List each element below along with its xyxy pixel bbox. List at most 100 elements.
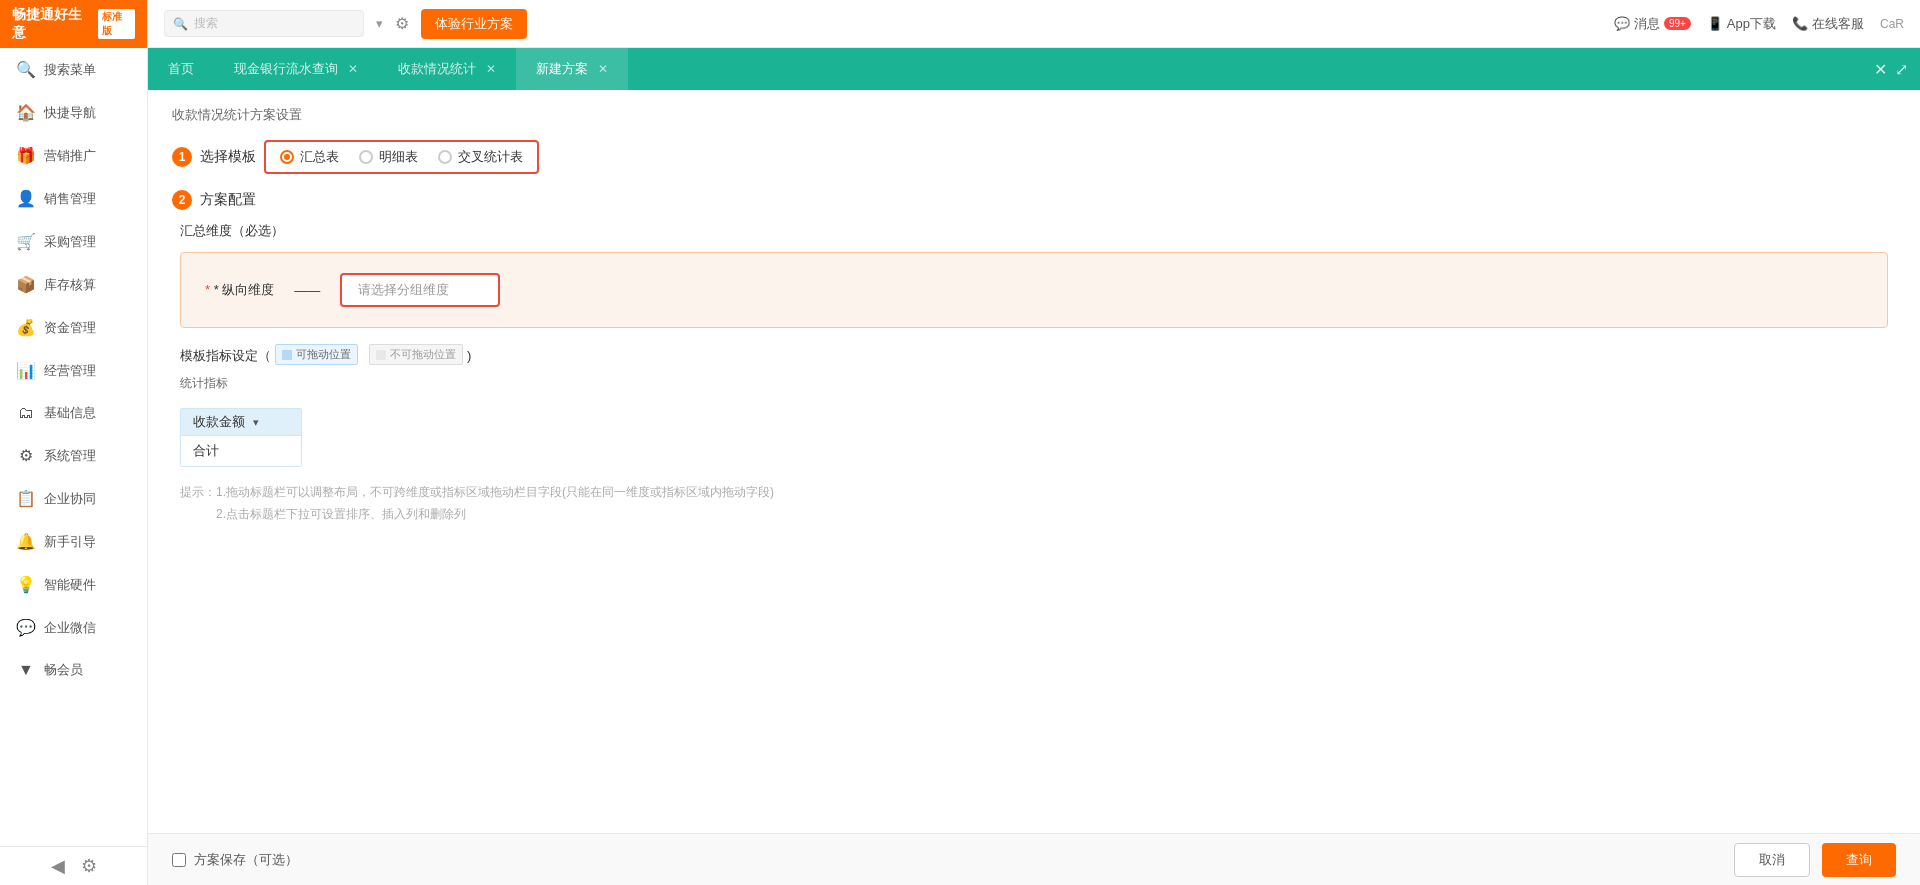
topbar-dropdown-arrow[interactable]: ▾ (376, 16, 383, 31)
cancel-button[interactable]: 取消 (1734, 843, 1810, 877)
query-button[interactable]: 查询 (1822, 843, 1896, 877)
download-label: App下载 (1727, 15, 1776, 33)
tab-new-plan-close-icon[interactable]: ✕ (598, 62, 608, 76)
sidebar-item-inventory[interactable]: 📦 库存核算 (0, 263, 147, 306)
radio-detail-dot (359, 150, 373, 164)
page-title: 收款情况统计方案设置 (172, 106, 1896, 124)
section1-number: 1 (172, 147, 192, 167)
system-icon: ⚙ (16, 446, 36, 465)
sidebar-settings-icon[interactable]: ⚙ (81, 855, 97, 877)
tab-new-plan[interactable]: 新建方案 ✕ (516, 48, 628, 90)
sidebar-item-member[interactable]: ▼ 畅会员 (0, 649, 147, 691)
radio-summary[interactable]: 汇总表 (280, 148, 339, 166)
industry-btn[interactable]: 体验行业方案 (421, 9, 527, 39)
sidebar-item-operations[interactable]: 📊 经营管理 (0, 349, 147, 392)
stats-area: 统计指标 收款金额 ▾ 合计 (180, 375, 1888, 470)
footer: 方案保存（可选） 取消 查询 (148, 833, 1920, 885)
tab-receipts[interactable]: 收款情况统计 ✕ (378, 48, 516, 90)
sidebar-expand-icon[interactable]: ◀ (51, 855, 65, 877)
sidebar-item-finance[interactable]: 💰 资金管理 (0, 306, 147, 349)
marketing-icon: 🎁 (16, 146, 36, 165)
sidebar-item-label: 新手引导 (44, 533, 96, 551)
content-area: 收款情况统计方案设置 1 选择模板 汇总表 明细表 (148, 90, 1920, 833)
sidebar-item-label: 经营管理 (44, 362, 96, 380)
download-btn[interactable]: 📱 App下载 (1707, 15, 1776, 33)
tab-home[interactable]: 首页 (148, 48, 214, 90)
footer-right: 取消 查询 (1734, 843, 1896, 877)
draggable-label: 可拖动位置 (296, 347, 351, 362)
finance-icon: 💰 (16, 318, 36, 337)
sidebar-item-label: 系统管理 (44, 447, 96, 465)
undraggable-label: 不可拖动位置 (390, 347, 456, 362)
dimension-select[interactable]: 请选择分组维度 (340, 273, 500, 307)
tips-area: 提示：1.拖动标题栏可以调整布局，不可跨维度或指标区域拖动栏目字段(只能在同一维… (180, 482, 1888, 525)
sidebar-item-label: 采购管理 (44, 233, 96, 251)
message-icon: 💬 (1614, 16, 1630, 31)
tab-cashflow[interactable]: 现金银行流水查询 ✕ (214, 48, 378, 90)
metrics-label-text: 模板指标设定（ (180, 348, 271, 363)
stats-row-cell: 合计 (181, 436, 301, 466)
tab-new-plan-label: 新建方案 (536, 60, 588, 78)
wechat-icon: 💬 (16, 618, 36, 637)
radio-cross[interactable]: 交叉统计表 (438, 148, 523, 166)
stats-table: 收款金额 ▾ 合计 (180, 408, 302, 467)
stats-column-chevron[interactable]: ▾ (253, 416, 259, 429)
sidebar-item-guide[interactable]: 🔔 新手引导 (0, 520, 147, 563)
topbar-right-area: 💬 消息 99+ 📱 App下载 📞 在线客服 CaR (1614, 15, 1904, 33)
sidebar-item-label: 快捷导航 (44, 104, 96, 122)
draggable-tag: 可拖动位置 (275, 344, 358, 365)
search-placeholder-text: 搜索 (194, 15, 218, 32)
tips-title: 提示：1.拖动标题栏可以调整布局，不可跨维度或指标区域拖动栏目字段(只能在同一维… (180, 482, 1888, 504)
tab-cashflow-close-icon[interactable]: ✕ (348, 62, 358, 76)
nav-tabs: 首页 现金银行流水查询 ✕ 收款情况统计 ✕ 新建方案 ✕ ✕ ⤢ (148, 48, 1920, 90)
section2-header: 2 方案配置 (172, 190, 1896, 210)
sidebar-item-label: 资金管理 (44, 319, 96, 337)
tab-expand-icon[interactable]: ⤢ (1895, 60, 1908, 79)
sidebar-item-label: 基础信息 (44, 404, 96, 422)
support-btn[interactable]: 📞 在线客服 (1792, 15, 1864, 33)
sidebar-item-label: 企业协同 (44, 490, 96, 508)
search-icon: 🔍 (173, 17, 188, 31)
sales-icon: 👤 (16, 189, 36, 208)
message-btn[interactable]: 💬 消息 99+ (1614, 15, 1691, 33)
guide-icon: 🔔 (16, 532, 36, 551)
sidebar-item-basic-info[interactable]: 🗂 基础信息 (0, 392, 147, 434)
sidebar-item-enterprise[interactable]: 📋 企业协同 (0, 477, 147, 520)
sidebar-item-marketing[interactable]: 🎁 营销推广 (0, 134, 147, 177)
tip-1: 1.拖动标题栏可以调整布局，不可跨维度或指标区域拖动栏目字段(只能在同一维度或指… (216, 485, 774, 499)
sidebar-item-label: 搜索菜单 (44, 61, 96, 79)
topbar-gear-icon[interactable]: ⚙ (395, 14, 409, 33)
username-display: CaR (1880, 17, 1904, 31)
section2-number: 2 (172, 190, 192, 210)
radio-detail[interactable]: 明细表 (359, 148, 418, 166)
metrics-label: 模板指标设定（ 可拖动位置 不可拖动位置 ) (180, 344, 1888, 365)
member-icon: ▼ (16, 661, 36, 679)
sidebar-item-quick-nav[interactable]: 🏠 快捷导航 (0, 91, 147, 134)
section-config: 2 方案配置 汇总维度（必选） * * 纵向维度 —— 请选择分组维度 (172, 190, 1896, 525)
tab-close-icon[interactable]: ✕ (1874, 60, 1887, 79)
message-label: 消息 (1634, 15, 1660, 33)
search-menu-icon: 🔍 (16, 60, 36, 79)
topbar-search-box[interactable]: 🔍 搜索 (164, 10, 364, 37)
sidebar-item-wechat[interactable]: 💬 企业微信 (0, 606, 147, 649)
radio-summary-dot (280, 150, 294, 164)
purchase-icon: 🛒 (16, 232, 36, 251)
hardware-icon: 💡 (16, 575, 36, 594)
sidebar-item-label: 畅会员 (44, 661, 83, 679)
dimension-area: * * 纵向维度 —— 请选择分组维度 (180, 252, 1888, 328)
sidebar-item-system[interactable]: ⚙ 系统管理 (0, 434, 147, 477)
message-badge: 99+ (1664, 17, 1691, 30)
sidebar-item-search-menu[interactable]: 🔍 搜索菜单 (0, 48, 147, 91)
sidebar-item-purchase[interactable]: 🛒 采购管理 (0, 220, 147, 263)
quick-nav-icon: 🏠 (16, 103, 36, 122)
sidebar-item-sales[interactable]: 👤 销售管理 (0, 177, 147, 220)
radio-cross-dot (438, 150, 452, 164)
save-plan-checkbox[interactable] (172, 853, 186, 867)
tab-home-label: 首页 (168, 60, 194, 78)
vertical-label-text: * 纵向维度 (214, 282, 275, 297)
tab-receipts-close-icon[interactable]: ✕ (486, 62, 496, 76)
sidebar-bottom: ◀ ⚙ (0, 846, 147, 885)
sidebar-item-hardware[interactable]: 💡 智能硬件 (0, 563, 147, 606)
undraggable-tag: 不可拖动位置 (369, 344, 463, 365)
content-inner: 收款情况统计方案设置 1 选择模板 汇总表 明细表 (148, 90, 1920, 833)
